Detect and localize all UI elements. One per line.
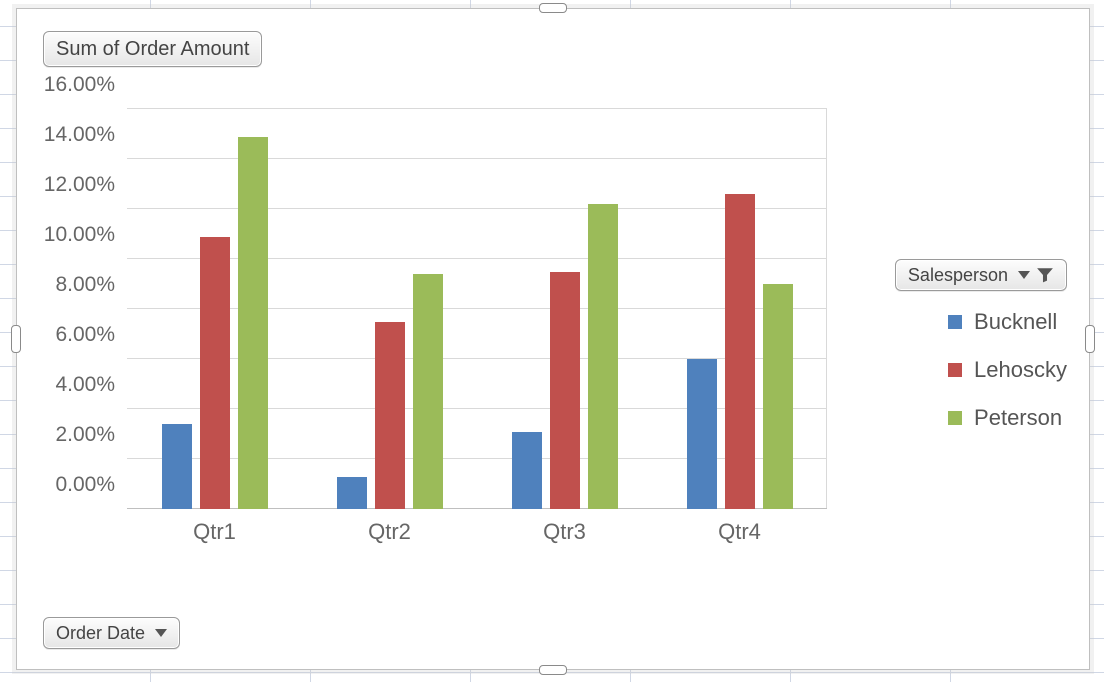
x-tick-label: Qtr2 xyxy=(368,509,411,545)
gridline xyxy=(127,358,827,359)
bar-lehoscky-qtr4[interactable] xyxy=(725,194,755,509)
x-tick-label: Qtr3 xyxy=(543,509,586,545)
legend-label: Lehoscky xyxy=(974,357,1067,383)
dropdown-caret-icon xyxy=(155,629,167,637)
filter-funnel-icon xyxy=(1036,266,1054,284)
y-tick-label: 10.00% xyxy=(44,223,127,247)
bar-bucknell-qtr4[interactable] xyxy=(687,359,717,509)
value-field-label: Sum of Order Amount xyxy=(56,38,249,61)
gridline xyxy=(127,158,827,159)
legend-field-button[interactable]: Salesperson xyxy=(895,259,1067,291)
legend-swatch xyxy=(948,363,962,377)
value-field-button[interactable]: Sum of Order Amount xyxy=(43,31,262,67)
x-tick-label: Qtr4 xyxy=(718,509,761,545)
bar-lehoscky-qtr3[interactable] xyxy=(550,272,580,510)
bar-peterson-qtr1[interactable] xyxy=(238,137,268,510)
legend-item-peterson[interactable]: Peterson xyxy=(948,405,1067,431)
bar-lehoscky-qtr2[interactable] xyxy=(375,322,405,510)
y-tick-label: 16.00% xyxy=(44,73,127,97)
resize-handle-right[interactable] xyxy=(1085,325,1095,353)
pivot-chart-frame[interactable]: Sum of Order Amount Order Date Salespers… xyxy=(16,8,1090,670)
y-tick-label: 6.00% xyxy=(55,323,127,347)
bar-bucknell-qtr1[interactable] xyxy=(162,424,192,509)
plot-right-border xyxy=(826,109,827,509)
gridline xyxy=(127,258,827,259)
y-tick-label: 12.00% xyxy=(44,173,127,197)
legend-label: Bucknell xyxy=(974,309,1057,335)
legend-label: Peterson xyxy=(974,405,1062,431)
gridline xyxy=(127,108,827,109)
y-tick-label: 14.00% xyxy=(44,123,127,147)
axis-field-label: Order Date xyxy=(56,623,145,644)
gridline xyxy=(127,408,827,409)
legend-swatch xyxy=(948,315,962,329)
y-tick-label: 4.00% xyxy=(55,373,127,397)
gridline xyxy=(127,458,827,459)
gridline xyxy=(127,308,827,309)
y-tick-label: 2.00% xyxy=(55,423,127,447)
legend[interactable]: Bucknell Lehoscky Peterson xyxy=(948,309,1067,431)
legend-swatch xyxy=(948,411,962,425)
bar-peterson-qtr4[interactable] xyxy=(763,284,793,509)
bar-lehoscky-qtr1[interactable] xyxy=(200,237,230,510)
plot-area[interactable]: 0.00%2.00%4.00%6.00%8.00%10.00%12.00%14.… xyxy=(127,109,827,509)
resize-handle-bottom[interactable] xyxy=(539,665,567,675)
bar-bucknell-qtr2[interactable] xyxy=(337,477,367,510)
axis-field-button[interactable]: Order Date xyxy=(43,617,180,649)
x-tick-label: Qtr1 xyxy=(193,509,236,545)
dropdown-caret-icon xyxy=(1018,271,1030,279)
bar-bucknell-qtr3[interactable] xyxy=(512,432,542,510)
resize-handle-left[interactable] xyxy=(11,325,21,353)
y-tick-label: 0.00% xyxy=(55,473,127,497)
gridline xyxy=(127,208,827,209)
bar-peterson-qtr3[interactable] xyxy=(588,204,618,509)
bar-peterson-qtr2[interactable] xyxy=(413,274,443,509)
y-tick-label: 8.00% xyxy=(55,273,127,297)
resize-handle-top[interactable] xyxy=(539,3,567,13)
legend-item-bucknell[interactable]: Bucknell xyxy=(948,309,1067,335)
legend-item-lehoscky[interactable]: Lehoscky xyxy=(948,357,1067,383)
legend-field-label: Salesperson xyxy=(908,265,1008,286)
